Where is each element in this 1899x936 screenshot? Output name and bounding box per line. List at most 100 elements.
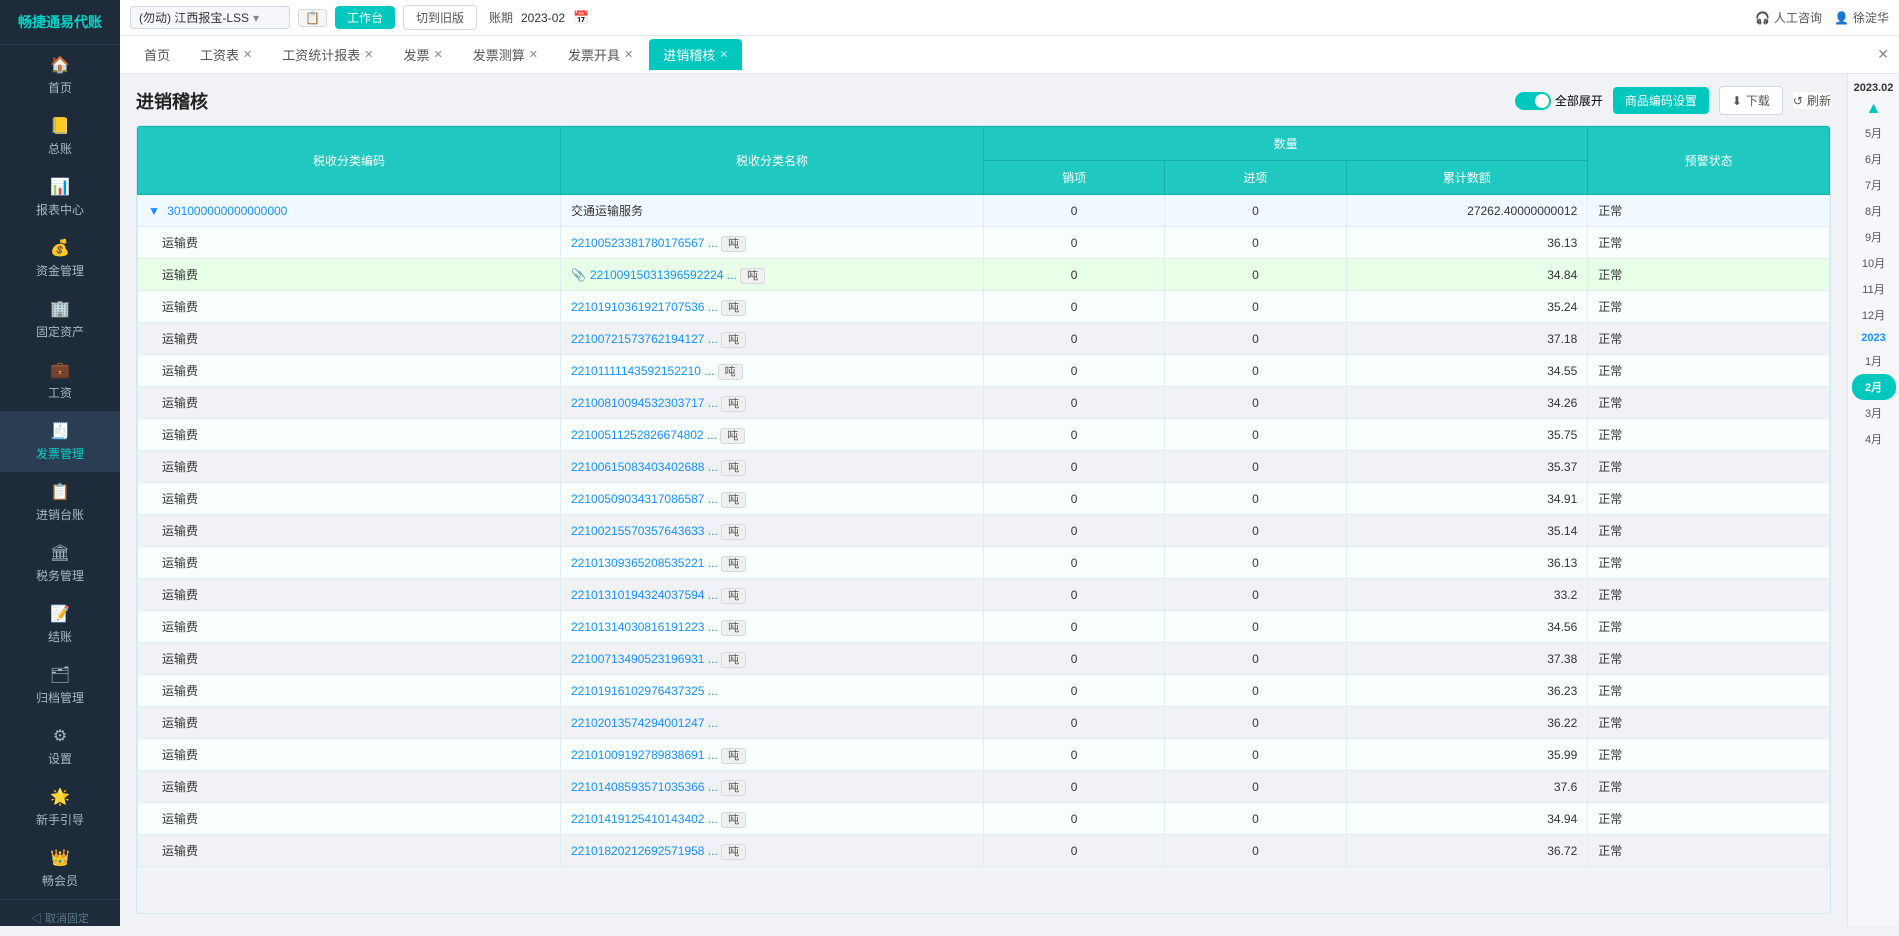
calendar-month-12-2022[interactable]: 12月 bbox=[1852, 302, 1896, 328]
tag-button[interactable]: 吨 bbox=[721, 396, 746, 412]
tag-button[interactable]: 吨 bbox=[721, 236, 746, 252]
tab-jin-xiao-close-icon[interactable]: ✕ bbox=[719, 48, 728, 61]
sidebar-item-general-ledger[interactable]: 📒 总账 bbox=[0, 106, 120, 167]
status-cell: 正常 bbox=[1588, 291, 1830, 323]
expand-icon[interactable]: ▼ bbox=[148, 204, 160, 218]
calendar-sidebar: 2023.02 ▲ 5月 6月 7月 8月 9月 10月 11月 12月 202… bbox=[1847, 74, 1899, 926]
calendar-month-6-2022[interactable]: 6月 bbox=[1852, 146, 1896, 172]
tag-button[interactable]: 吨 bbox=[721, 652, 746, 668]
tab-jin-xiao[interactable]: 进销稽核 ✕ bbox=[649, 39, 742, 70]
workspace-button[interactable]: 工作台 bbox=[335, 6, 395, 29]
calendar-month-11-2022[interactable]: 11月 bbox=[1852, 276, 1896, 302]
sidebar-item-tax-mgmt[interactable]: 🏛 税务管理 bbox=[0, 533, 120, 594]
tag-button[interactable]: 吨 bbox=[721, 300, 746, 316]
tag-button[interactable]: 吨 bbox=[721, 844, 746, 860]
col-purchase-header: 进项 bbox=[1165, 161, 1346, 195]
tab-salary-stats[interactable]: 工资统计报表 ✕ bbox=[268, 39, 387, 70]
col-warning-header: 预警状态 bbox=[1588, 127, 1830, 195]
name-cell: 运输费 bbox=[138, 259, 561, 291]
name-cell: 运输费 bbox=[138, 227, 561, 259]
sidebar-item-invoice-mgmt[interactable]: 🧾 发票管理 bbox=[0, 411, 120, 472]
toggle-track[interactable] bbox=[1515, 92, 1551, 110]
tag-button[interactable]: 吨 bbox=[721, 492, 746, 508]
tag-button[interactable]: 吨 bbox=[721, 332, 746, 348]
tag-button[interactable]: 吨 bbox=[721, 524, 746, 540]
purchase-cell: 0 bbox=[1165, 835, 1346, 867]
calendar-month-3-2023[interactable]: 3月 bbox=[1852, 400, 1896, 426]
name-cell: 运输费 bbox=[138, 739, 561, 771]
fund-icon: 💰 bbox=[50, 238, 70, 258]
tag-button[interactable]: 吨 bbox=[718, 364, 743, 380]
calendar-month-10-2022[interactable]: 10月 bbox=[1852, 250, 1896, 276]
calendar-month-9-2022[interactable]: 9月 bbox=[1852, 224, 1896, 250]
expand-all-toggle[interactable]: 全部展开 bbox=[1515, 92, 1603, 110]
tab-invoice-check-close-icon[interactable]: ✕ bbox=[529, 48, 538, 61]
invoice-no-cell: 22102013574294001247 ... bbox=[561, 707, 984, 739]
cumulative-cell: 34.56 bbox=[1346, 611, 1588, 643]
calendar-month-5-2022[interactable]: 5月 bbox=[1852, 120, 1896, 146]
tab-home[interactable]: 首页 bbox=[130, 39, 184, 70]
download-button[interactable]: ⬇ 下载 bbox=[1719, 86, 1783, 115]
refresh-button[interactable]: ↺ 刷新 bbox=[1793, 92, 1831, 109]
user-menu[interactable]: 👤 徐淀华 bbox=[1834, 9, 1889, 26]
service-button[interactable]: 🎧 人工咨询 bbox=[1755, 9, 1822, 26]
sidebar-item-new-guide[interactable]: 🌟 新手引导 bbox=[0, 777, 120, 838]
tab-salary-close-icon[interactable]: ✕ bbox=[243, 48, 252, 61]
close-all-tabs-button[interactable]: ✕ bbox=[1877, 46, 1889, 63]
tag-button[interactable]: 吨 bbox=[720, 428, 745, 444]
calendar-up-arrow[interactable]: ▲ bbox=[1864, 98, 1884, 120]
tab-invoice-open[interactable]: 发票开具 ✕ bbox=[554, 39, 647, 70]
calendar-current-year-label: 2023 bbox=[1859, 328, 1887, 348]
calendar-icon[interactable]: 📅 bbox=[573, 10, 589, 26]
sidebar-item-report-center[interactable]: 📊 报表中心 bbox=[0, 167, 120, 228]
data-table-container[interactable]: 税收分类编码 税收分类名称 数量 预警状态 销项 进项 累计数额 bbox=[136, 125, 1831, 914]
tab-invoice-check[interactable]: 发票测算 ✕ bbox=[459, 39, 552, 70]
calendar-month-7-2022[interactable]: 7月 bbox=[1852, 172, 1896, 198]
tab-salary-stats-close-icon[interactable]: ✕ bbox=[364, 48, 373, 61]
tab-salary[interactable]: 工资表 ✕ bbox=[186, 39, 266, 70]
goods-set-button[interactable]: 商品编码设置 bbox=[1613, 87, 1709, 114]
sidebar-item-settings[interactable]: ⚙ 设置 bbox=[0, 716, 120, 777]
status-cell: 正常 bbox=[1588, 419, 1830, 451]
sidebar-item-settlement[interactable]: 📝 结账 bbox=[0, 594, 120, 655]
invoice-no-cell: 22101910361921707536 ... 吨 bbox=[561, 291, 984, 323]
sidebar-item-fund-mgmt[interactable]: 💰 资金管理 bbox=[0, 228, 120, 289]
tab-invoice-open-close-icon[interactable]: ✕ bbox=[624, 48, 633, 61]
tag-button[interactable]: 吨 bbox=[721, 620, 746, 636]
sidebar-item-home[interactable]: 🏠 首页 bbox=[0, 45, 120, 106]
sidebar-item-label: 首页 bbox=[48, 79, 72, 96]
invoice-no-cell: 22100215570357643633 ... 吨 bbox=[561, 515, 984, 547]
switch-version-button[interactable]: 切到旧版 bbox=[403, 5, 477, 30]
tag-button[interactable]: 吨 bbox=[721, 588, 746, 604]
sidebar-item-archive[interactable]: 🗂 归档管理 bbox=[0, 655, 120, 716]
calendar-month-2-2023[interactable]: 2月 bbox=[1852, 374, 1896, 400]
unpin-button[interactable]: ◁ 取消固定 bbox=[0, 899, 120, 936]
sidebar-item-member[interactable]: 👑 畅会员 bbox=[0, 838, 120, 899]
calendar-month-8-2022[interactable]: 8月 bbox=[1852, 198, 1896, 224]
tag-button[interactable]: 吨 bbox=[721, 556, 746, 572]
sales-cell: 0 bbox=[984, 355, 1165, 387]
tag-button[interactable]: 吨 bbox=[721, 780, 746, 796]
tab-invoice-close-icon[interactable]: ✕ bbox=[434, 48, 443, 61]
sales-cell: 0 bbox=[984, 483, 1165, 515]
invoice-no-cell: 22101009192789838691 ... 吨 bbox=[561, 739, 984, 771]
status-cell: 正常 bbox=[1588, 707, 1830, 739]
member-icon: 👑 bbox=[50, 848, 70, 868]
tag-button[interactable]: 吨 bbox=[721, 812, 746, 828]
archive-icon: 🗂 bbox=[50, 665, 70, 685]
calendar-month-4-2023[interactable]: 4月 bbox=[1852, 426, 1896, 452]
tag-button[interactable]: 吨 bbox=[721, 748, 746, 764]
sidebar-item-fixed-assets[interactable]: 🏢 固定资产 bbox=[0, 289, 120, 350]
cumulative-cell: 33.2 bbox=[1346, 579, 1588, 611]
status-cell: 正常 bbox=[1588, 387, 1830, 419]
tag-button[interactable]: 吨 bbox=[721, 460, 746, 476]
calendar-month-1-2023[interactable]: 1月 bbox=[1852, 348, 1896, 374]
tag-button[interactable]: 吨 bbox=[740, 268, 765, 284]
dropdown-arrow-icon: ▾ bbox=[253, 11, 259, 25]
company-selector[interactable]: (勿动) 江西报宝-LSS ▾ bbox=[130, 6, 290, 29]
sidebar-item-purchase-sales[interactable]: 📋 进销台账 bbox=[0, 472, 120, 533]
table-row: 运输费 22100215570357643633 ... 吨 0 0 35.14… bbox=[138, 515, 1830, 547]
tab-invoice[interactable]: 发票 ✕ bbox=[389, 39, 456, 70]
sidebar-item-salary[interactable]: 💼 工资 bbox=[0, 350, 120, 411]
copy-button[interactable]: 📋 bbox=[298, 9, 327, 27]
